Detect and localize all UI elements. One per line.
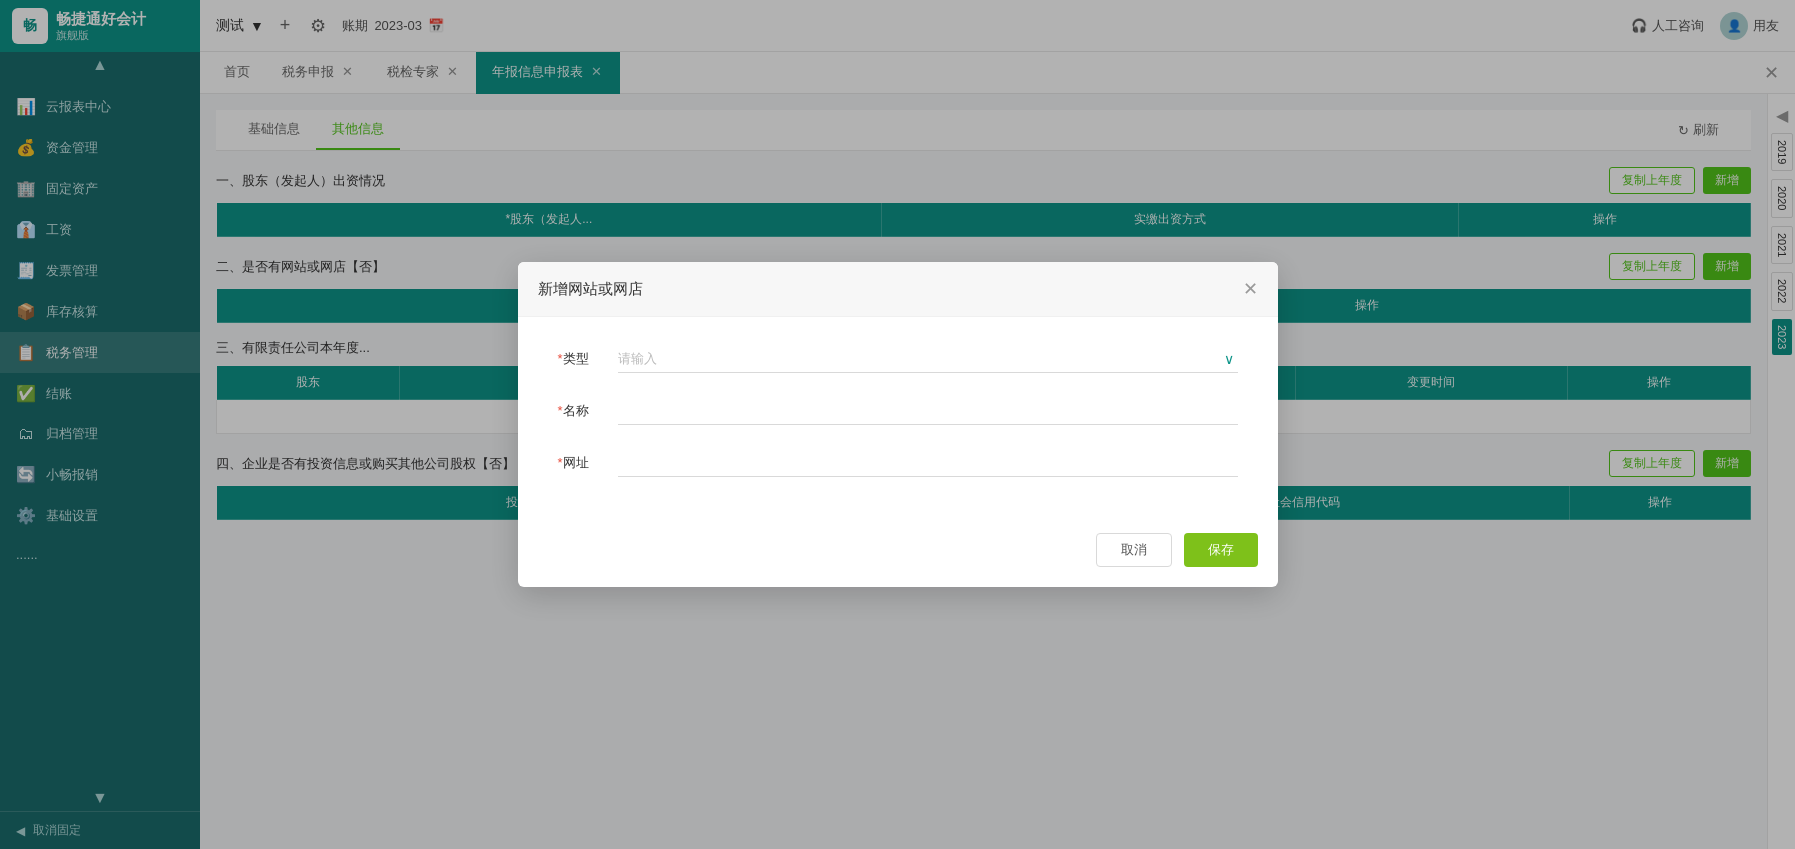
type-input[interactable]	[618, 345, 1238, 373]
cancel-button[interactable]: 取消	[1096, 533, 1172, 567]
modal-header: 新增网站或网店 ✕	[518, 262, 1278, 317]
modal-title: 新增网站或网店	[538, 280, 643, 299]
add-website-modal: 新增网站或网店 ✕ *类型 ∨ *名称	[518, 262, 1278, 587]
save-button[interactable]: 保存	[1184, 533, 1258, 567]
label-name: *名称	[558, 402, 618, 420]
label-url: *网址	[558, 454, 618, 472]
modal-body: *类型 ∨ *名称 *网址	[518, 317, 1278, 521]
name-input[interactable]	[618, 397, 1238, 425]
modal-close-button[interactable]: ✕	[1243, 278, 1258, 300]
url-input[interactable]	[618, 449, 1238, 477]
modal-footer: 取消 保存	[518, 521, 1278, 587]
name-field-wrap	[618, 397, 1238, 425]
modal-overlay: 新增网站或网店 ✕ *类型 ∨ *名称	[0, 0, 1795, 849]
label-type: *类型	[558, 350, 618, 368]
form-row-name: *名称	[558, 397, 1238, 425]
form-row-type: *类型 ∨	[558, 345, 1238, 373]
type-field-wrap: ∨	[618, 345, 1238, 373]
form-row-url: *网址	[558, 449, 1238, 477]
url-field-wrap	[618, 449, 1238, 477]
close-icon: ✕	[1243, 279, 1258, 299]
